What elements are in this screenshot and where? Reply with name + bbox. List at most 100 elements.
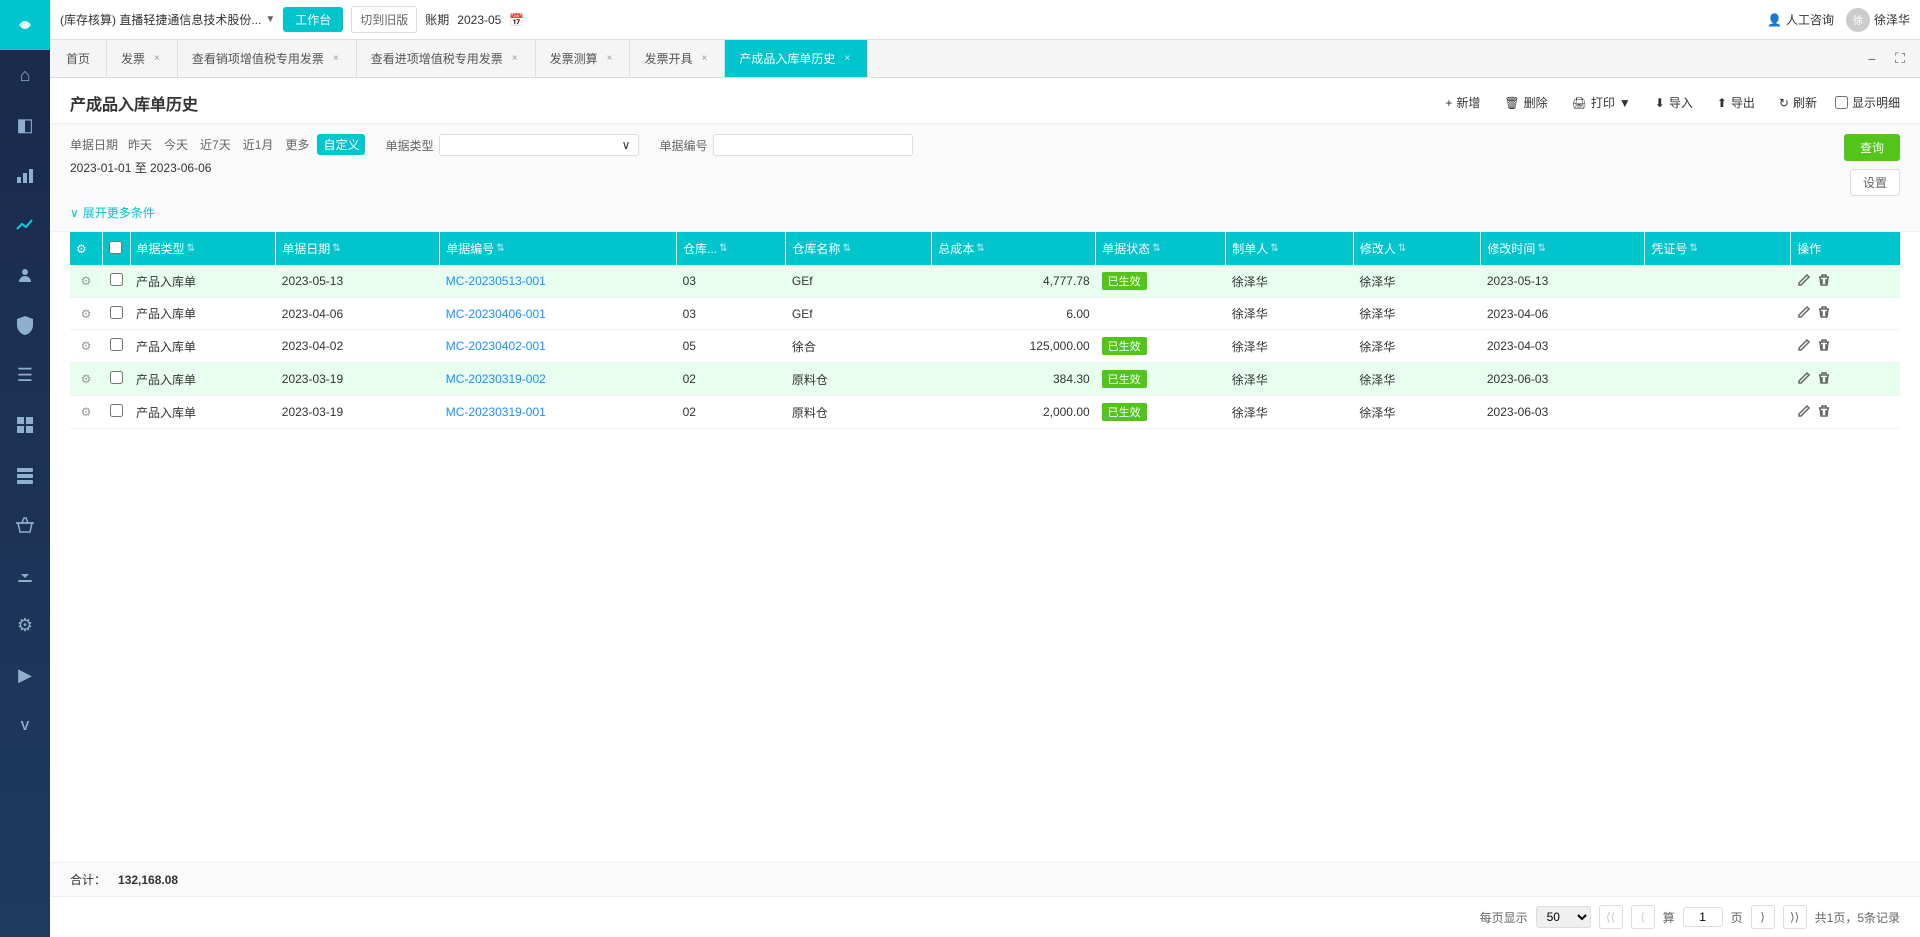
tab-invoice-open-close[interactable]: × [698,52,710,65]
row-number-link[interactable]: MC-20230402-001 [446,339,546,353]
per-page-select[interactable]: 50 20 100 [1536,906,1591,928]
number-filter-input[interactable] [713,134,913,156]
query-button[interactable]: 查询 [1844,134,1900,161]
export-button[interactable]: ⬆ 导出 [1711,90,1761,115]
date-btn-1month[interactable]: 近1月 [239,134,278,155]
tab-invoice-open[interactable]: 发票开具 × [630,40,725,78]
tab-minimize-button[interactable]: − [1860,47,1884,71]
row-edit-icon[interactable] [1797,273,1811,290]
company-selector[interactable]: (库存核算) 直播轻捷通信息技术股份... ▼ [60,11,275,28]
tab-check-input-vat[interactable]: 查看进项增值税专用发票 × [357,40,536,78]
row-delete-icon[interactable] [1817,404,1831,421]
add-button[interactable]: + 新增 [1439,90,1486,115]
sidebar-item-grid[interactable] [0,400,50,450]
tab-check-output-vat-close[interactable]: × [330,52,342,65]
th-modifier[interactable]: 修改人⇅ [1353,232,1481,265]
show-detail-checkbox[interactable] [1835,96,1848,109]
row-number-link[interactable]: MC-20230513-001 [446,274,546,288]
sidebar-item-storage[interactable] [0,450,50,500]
sidebar-item-shield[interactable] [0,300,50,350]
sidebar-item-chart[interactable] [0,150,50,200]
sidebar-item-home[interactable]: ⌂ [0,50,50,100]
row-checkbox-4[interactable] [110,371,123,384]
date-btn-yesterday[interactable]: 昨天 [124,134,156,155]
th-warehouse-name[interactable]: 仓库名称⇅ [786,232,932,265]
th-number[interactable]: 单据编号⇅ [440,232,677,265]
row-delete-icon[interactable] [1817,338,1831,355]
th-mod-time[interactable]: 修改时间⇅ [1481,232,1645,265]
sidebar-item-analytics[interactable] [0,200,50,250]
sidebar-item-play[interactable]: ▶ [0,650,50,700]
import-button[interactable]: ⬇ 导入 [1649,90,1699,115]
row-settings[interactable]: ⚙ [70,330,102,363]
oldversion-button[interactable]: 切到旧版 [351,6,417,33]
row-edit-icon[interactable] [1797,305,1811,322]
row-number-link[interactable]: MC-20230319-001 [446,405,546,419]
row-delete-icon[interactable] [1817,305,1831,322]
row-settings[interactable]: ⚙ [70,265,102,298]
tab-invoice-close[interactable]: × [151,52,163,65]
row-settings[interactable]: ⚙ [70,363,102,396]
date-btn-today[interactable]: 今天 [160,134,192,155]
delete-button[interactable]: 🗑 删除 [1498,90,1553,115]
sidebar-item-gear[interactable]: ⚙ [0,600,50,650]
select-all-checkbox[interactable] [109,241,122,254]
row-checkbox-2[interactable] [110,306,123,319]
tab-invoice[interactable]: 发票 × [107,40,178,78]
row-checkbox-5[interactable] [110,404,123,417]
row-edit-icon[interactable] [1797,338,1811,355]
th-status[interactable]: 单据状态⇅ [1096,232,1226,265]
sidebar-item-list[interactable]: ☰ [0,350,50,400]
tab-maximize-button[interactable]: ⛶ [1888,47,1912,71]
tab-check-output-vat[interactable]: 查看销项增值税专用发票 × [178,40,357,78]
row-settings[interactable]: ⚙ [70,396,102,429]
row-delete-icon[interactable] [1817,371,1831,388]
th-voucher[interactable]: 凭证号⇅ [1645,232,1791,265]
tab-invoice-calc[interactable]: 发票测算 × [536,40,631,78]
th-settings[interactable]: ⚙ [70,232,102,265]
refresh-button[interactable]: ↻ 刷新 [1773,90,1823,115]
last-page-button[interactable]: ⟩⟩ [1783,905,1807,929]
tab-product-inbound-close[interactable]: × [841,52,853,65]
row-date: 2023-04-02 [276,330,440,363]
row-edit-icon[interactable] [1797,404,1811,421]
tab-home[interactable]: 首页 [50,40,107,78]
sidebar-item-person[interactable] [0,250,50,300]
prev-page-button[interactable]: ⟨ [1631,905,1655,929]
print-button[interactable]: 🖨 打印 ▼ [1566,90,1637,115]
type-filter-select[interactable]: ∨ [439,134,639,156]
row-edit-icon[interactable] [1797,371,1811,388]
user-info[interactable]: 徐 徐泽华 [1846,8,1910,32]
calendar-icon[interactable]: 📅 [509,13,524,27]
first-page-button[interactable]: ⟨⟨ [1599,905,1623,929]
date-btn-custom[interactable]: 自定义 [317,134,365,155]
row-number-link[interactable]: MC-20230406-001 [446,307,546,321]
workspace-button[interactable]: 工作台 [283,7,343,32]
row-checkbox-3[interactable] [110,338,123,351]
th-date[interactable]: 单据日期⇅ [276,232,440,265]
row-settings[interactable]: ⚙ [70,298,102,330]
row-delete-icon[interactable] [1817,273,1831,290]
date-btn-more[interactable]: 更多 [281,134,313,155]
tab-invoice-calc-close[interactable]: × [604,52,616,65]
th-creator[interactable]: 制单人⇅ [1226,232,1354,265]
row-number-link[interactable]: MC-20230319-002 [446,372,546,386]
th-warehouse-code[interactable]: 仓库...⇅ [677,232,786,265]
sidebar-item-version[interactable]: V [0,700,50,750]
row-checkbox-1[interactable] [110,273,123,286]
tab-check-input-vat-close[interactable]: × [509,52,521,65]
filter-settings-button[interactable]: 设置 [1850,169,1900,196]
sidebar-item-document[interactable]: ◧ [0,100,50,150]
th-type[interactable]: 单据类型⇅ [130,232,276,265]
customer-service[interactable]: 👤 人工咨询 [1767,11,1834,28]
next-page-button[interactable]: ⟩ [1751,905,1775,929]
tab-product-inbound[interactable]: 产成品入库单历史 × [725,40,868,78]
sidebar-item-basket[interactable] [0,500,50,550]
sidebar-item-download[interactable] [0,550,50,600]
show-detail-toggle[interactable]: 显示明细 [1835,94,1900,111]
expand-more-button[interactable]: ∨ 展开更多条件 [70,204,1900,221]
th-total[interactable]: 总成本⇅ [932,232,1096,265]
th-check[interactable] [102,232,130,265]
date-btn-7days[interactable]: 近7天 [196,134,235,155]
page-number-input[interactable] [1683,907,1723,927]
